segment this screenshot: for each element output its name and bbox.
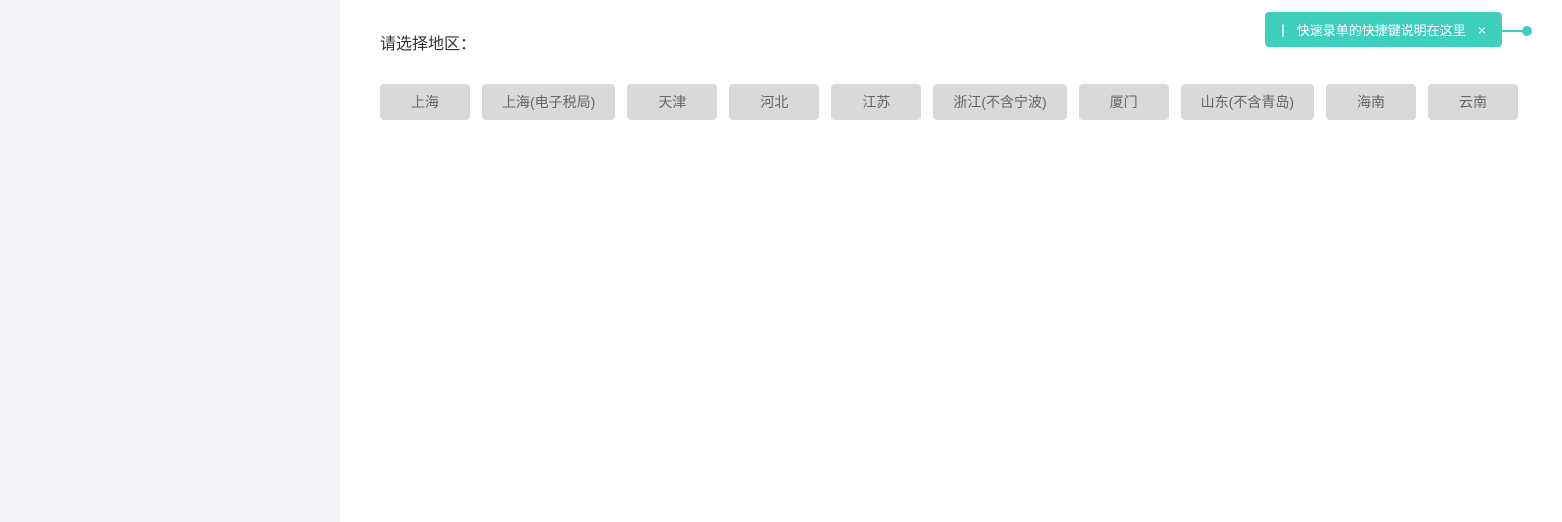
region-btn-hebei[interactable]: 河北 [729, 84, 819, 120]
region-btn-tianjin[interactable]: 天津 [627, 84, 717, 120]
tooltip-close-button[interactable]: × [1478, 22, 1486, 38]
region-btn-shandong[interactable]: 山东(不含青岛) [1181, 84, 1314, 120]
region-btn-hainan[interactable]: 海南 [1326, 84, 1416, 120]
region-btn-shanghai-e-tax[interactable]: 上海(电子税局) [482, 84, 615, 120]
main-content: 请选择地区： 上海上海(电子税局)天津河北江苏浙江(不含宁波)厦门山东(不含青岛… [340, 0, 1562, 522]
region-btn-zhejiang[interactable]: 浙江(不含宁波) [933, 84, 1066, 120]
tooltip-text: 快速录单的快捷键说明在这里 [1297, 20, 1466, 39]
tooltip-connector-line [1502, 30, 1522, 32]
region-btn-yunnan[interactable]: 云南 [1428, 84, 1518, 120]
region-btn-xiamen[interactable]: 厦门 [1079, 84, 1169, 120]
sidebar [0, 0, 340, 522]
region-btn-jiangsu[interactable]: 江苏 [831, 84, 921, 120]
tooltip-banner: 快速录单的快捷键说明在这里 × [1265, 12, 1502, 47]
tooltip-connector-dot [1522, 26, 1532, 36]
region-btn-shanghai[interactable]: 上海 [380, 84, 470, 120]
region-buttons-container: 上海上海(电子税局) 天津河北江苏浙江(不含宁波) 厦门山东(不含青岛) 海南云南 [380, 84, 1522, 120]
